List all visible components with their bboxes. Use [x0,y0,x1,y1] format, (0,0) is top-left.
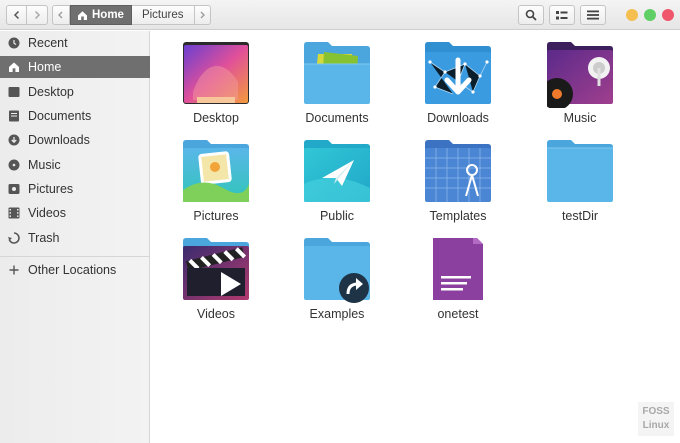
breadcrumb-scroll-right-button[interactable] [194,5,211,25]
file-item-documents[interactable]: Documents [281,42,393,138]
videos-folder-icon [183,238,249,304]
header-bar: Home Pictures [0,0,680,30]
hamburger-icon [587,10,599,20]
desktop-folder-icon [183,42,249,108]
search-button[interactable] [518,5,544,25]
file-item-label: onetest [437,307,479,321]
menu-button[interactable] [580,5,606,25]
sidebar-item-label: Desktop [28,85,74,99]
file-item-label: Downloads [427,111,489,125]
file-item-label: Music [563,111,597,125]
minimize-button[interactable] [626,9,638,21]
music-folder-icon [541,42,613,110]
sidebar-item-other-locations[interactable]: Other Locations [0,259,150,281]
home-icon [8,61,20,73]
watermark-logo: FOSS Linux [638,402,674,436]
downloads-folder-icon [425,42,491,108]
file-item-label: Pictures [193,209,239,223]
list-view-icon [556,10,568,19]
file-item-desktop[interactable]: Desktop [160,42,272,138]
sidebar-item-music[interactable]: Music [0,154,150,176]
sidebar: Recent Home Desktop Documents Downloads … [0,31,150,443]
breadcrumb-pictures-label: Pictures [141,9,184,21]
file-item-label: Examples [309,307,365,321]
file-item-pictures[interactable]: Pictures [160,140,272,236]
file-item-videos[interactable]: Videos [160,238,272,334]
camera-icon [8,183,20,195]
file-item-label: Videos [197,307,235,321]
music-icon [8,159,20,171]
file-item-label: testDir [561,209,599,223]
chevron-right-icon [34,10,41,20]
sidebar-item-videos[interactable]: Videos [0,202,150,224]
pictures-folder-icon [183,140,249,206]
file-item-label: Documents [305,111,369,125]
sidebar-item-label: Other Locations [28,263,117,277]
sidebar-item-label: Videos [28,206,66,220]
back-button[interactable] [6,5,27,25]
templates-folder-icon [425,140,491,206]
desktop-icon [8,86,20,98]
close-button[interactable] [662,9,674,21]
file-item-label: Public [319,209,355,223]
breadcrumb-home-label: Home [92,9,124,21]
breadcrumb-scroll-left-button[interactable] [52,5,70,25]
sidebar-item-documents[interactable]: Documents [0,105,150,127]
sidebar-item-label: Recent [28,36,68,50]
sidebar-item-label: Trash [28,231,60,245]
sidebar-item-label: Documents [28,109,92,123]
folder-icon [547,140,613,206]
sidebar-item-label: Home [28,60,62,74]
sidebar-item-label: Downloads [28,133,90,147]
sidebar-item-home[interactable]: Home [0,56,150,78]
breadcrumb: Home Pictures [52,5,211,25]
documents-icon [8,110,20,122]
file-item-onetest[interactable]: onetest [402,234,514,334]
sidebar-item-desktop[interactable]: Desktop [0,81,150,103]
trash-icon [8,232,20,244]
forward-button[interactable] [27,5,48,25]
documents-folder-icon [304,42,370,108]
chevron-left-icon [13,10,19,20]
download-icon [8,134,20,146]
sidebar-item-recent[interactable]: Recent [0,32,150,54]
watermark-line1: FOSS [642,406,670,417]
file-item-label: Templates [429,209,487,223]
breadcrumb-pictures[interactable]: Pictures [131,5,195,25]
search-icon [525,9,537,21]
sidebar-item-downloads[interactable]: Downloads [0,129,150,151]
chevron-left-icon [58,11,63,19]
text-document-icon [425,234,491,304]
file-item-templates[interactable]: Templates [402,140,514,236]
file-item-public[interactable]: Public [281,140,393,236]
view-toggle-button[interactable] [549,5,575,25]
public-folder-icon [304,140,370,206]
sidebar-item-label: Music [28,158,61,172]
breadcrumb-home[interactable]: Home [70,5,132,25]
examples-folder-icon [304,238,370,304]
file-item-music[interactable]: Music [524,42,636,138]
watermark-line2: Linux [642,420,670,431]
file-item-label: Desktop [193,111,239,125]
chevron-right-icon [200,11,205,19]
sidebar-item-label: Pictures [28,182,74,196]
file-item-testdir[interactable]: testDir [524,140,636,236]
film-icon [8,207,20,219]
file-item-downloads[interactable]: Downloads [402,42,514,138]
file-item-examples[interactable]: Examples [281,238,393,334]
sidebar-divider [0,256,150,257]
sidebar-item-pictures[interactable]: Pictures [0,178,150,200]
maximize-button[interactable] [644,9,656,21]
sidebar-item-trash[interactable]: Trash [0,227,150,249]
home-icon [78,10,87,20]
plus-icon [8,264,20,276]
clock-icon [8,37,20,49]
